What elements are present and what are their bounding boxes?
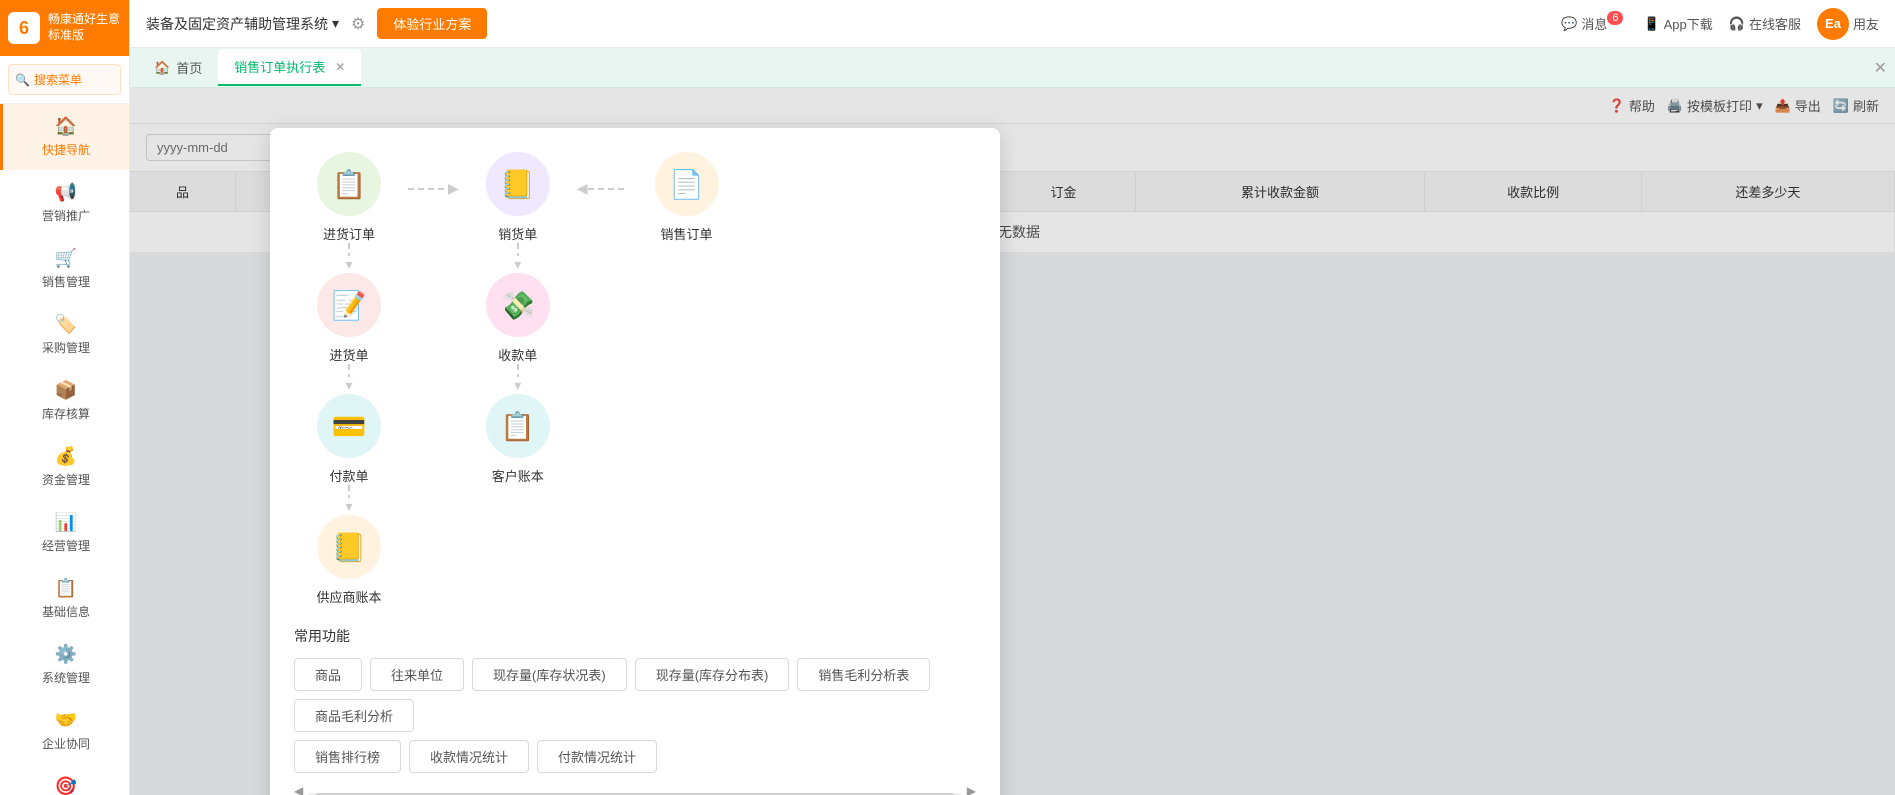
func-btn-payment-stats[interactable]: 付款情况统计 (537, 740, 657, 773)
flow-node-payment-out: 💳 付款单 (294, 394, 404, 485)
topbar: 装备及固定资产辅助管理系统 ▾ ⚙ 体验行业方案 💬 消息 6 📱 App下载 … (130, 0, 1895, 48)
topbar-right: 💬 消息 6 📱 App下载 🎧 在线客服 Ea 用友 (1561, 8, 1879, 40)
common-functions-title: 常用功能 (294, 626, 976, 646)
settings-icon[interactable]: ⚙ (351, 14, 365, 34)
flow-node-sales-slip: 📒 销货单 (463, 152, 573, 243)
scroll-right-icon[interactable]: ▶ (967, 784, 976, 795)
message-badge: 6 (1607, 11, 1623, 25)
flow-modal: 📋 进货订单 ▾ (270, 128, 1000, 795)
user-menu[interactable]: Ea 用友 (1817, 8, 1879, 40)
tabbar: 🏠 首页 销售订单执行表 ✕ ✕ (130, 48, 1895, 88)
online-service-btn[interactable]: 🎧 在线客服 (1729, 14, 1801, 33)
purchase-icon: 🏷️ (55, 314, 77, 335)
tab-home[interactable]: 🏠 首页 (138, 50, 218, 85)
payment-out-icon: 💳 (317, 394, 381, 458)
message-btn[interactable]: 💬 消息 6 (1561, 14, 1627, 33)
sidebar-item-finance[interactable]: 💰 资金管理 (0, 434, 129, 500)
app-icon: 📱 (1643, 16, 1659, 32)
operations-icon: 📊 (55, 512, 77, 533)
arrow-v-4: ▾ (514, 243, 521, 273)
modal-overlay[interactable]: 📋 进货订单 ▾ (130, 88, 1895, 795)
sidebar-logo: 6 畅康通好生意 标准版 (0, 0, 129, 56)
avatar: Ea (1817, 8, 1849, 40)
payment-in-icon: 💸 (486, 273, 550, 337)
enterprise-icon: 🤝 (55, 710, 77, 731)
message-icon: 💬 (1561, 16, 1577, 32)
search-menu-button[interactable]: 🔍 搜索菜单 (8, 64, 121, 95)
common-functions: 常用功能 商品 往来单位 现存量(库存状况表) 现存量(库存分布表) 销售毛利分… (294, 626, 976, 773)
sidebar: 6 畅康通好生意 标准版 🔍 搜索菜单 🏠 快捷导航 📢 营销推广 � (0, 0, 130, 795)
flow-node-sales-order: 📄 销售订单 (632, 152, 742, 243)
sales-slip-icon: 📒 (486, 152, 550, 216)
logo-icon: 6 (8, 12, 40, 44)
flow-node-purchase-order: 📋 进货订单 (294, 152, 404, 243)
func-btn-sales-profit[interactable]: 销售毛利分析表 (797, 658, 930, 691)
func-btn-partners[interactable]: 往来单位 (370, 658, 464, 691)
flow-node-supplier-ledger: 📒 供应商账本 (294, 515, 404, 606)
sidebar-item-purchase[interactable]: 🏷️ 采购管理 (0, 302, 129, 368)
page-content: ❓ 帮助 🖨️ 按模板打印 ▾ 📤 导出 🔄 刷新 (130, 88, 1895, 795)
sales-icon: 🛒 (55, 248, 77, 269)
modal-scrollbar-area: ◀ ▶ (294, 781, 976, 795)
home-icon: 🏠 (55, 116, 77, 137)
func-btn-product[interactable]: 商品 (294, 658, 362, 691)
app-download-btn[interactable]: 📱 App下载 (1643, 14, 1712, 33)
sidebar-item-newbie[interactable]: 🎯 新手引导 (0, 764, 129, 795)
sidebar-item-system[interactable]: ⚙️ 系统管理 (0, 632, 129, 698)
sidebar-item-operations[interactable]: 📊 经营管理 (0, 500, 129, 566)
func-btn-sales-ranking[interactable]: 销售排行榜 (294, 740, 401, 773)
flow-node-customer-ledger: 📋 客户账本 (463, 394, 573, 485)
sales-order-icon: 📄 (655, 152, 719, 216)
system-title[interactable]: 装备及固定资产辅助管理系统 ▾ (146, 14, 339, 34)
func-btn-product-profit[interactable]: 商品毛利分析 (294, 699, 414, 732)
sidebar-item-marketing[interactable]: 📢 营销推广 (0, 170, 129, 236)
inventory-icon: 📦 (55, 380, 77, 401)
purchase-order-icon: 📋 (317, 152, 381, 216)
system-icon: ⚙️ (55, 644, 77, 665)
finance-icon: 💰 (55, 446, 77, 467)
func-btn-stock-status[interactable]: 现存量(库存状况表) (472, 658, 627, 691)
tabbar-close-icon[interactable]: ✕ (1874, 58, 1887, 78)
flow-node-purchase-slip: 📝 进货单 (294, 273, 404, 364)
main-content: 装备及固定资产辅助管理系统 ▾ ⚙ 体验行业方案 💬 消息 6 📱 App下载 … (130, 0, 1895, 795)
home-tab-icon: 🏠 (154, 60, 170, 76)
basic-info-icon: 📋 (55, 578, 77, 599)
arrow-v-3: ▾ (345, 485, 352, 515)
newbie-icon: 🎯 (55, 776, 77, 795)
service-icon: 🎧 (1729, 16, 1745, 32)
marketing-icon: 📢 (55, 182, 77, 203)
func-btn-receipt-stats[interactable]: 收款情况统计 (409, 740, 529, 773)
experience-btn[interactable]: 体验行业方案 (377, 8, 487, 39)
sidebar-item-sales[interactable]: 🛒 销售管理 (0, 236, 129, 302)
sidebar-item-basic-info[interactable]: 📋 基础信息 (0, 566, 129, 632)
scroll-left-icon[interactable]: ◀ (294, 784, 303, 795)
tab-close-icon[interactable]: ✕ (335, 60, 345, 74)
sidebar-item-enterprise[interactable]: 🤝 企业协同 (0, 698, 129, 764)
tab-sales-order-exec[interactable]: 销售订单执行表 ✕ (218, 49, 361, 86)
sidebar-search[interactable]: 🔍 搜索菜单 (0, 56, 129, 104)
dropdown-icon: ▾ (332, 15, 339, 32)
purchase-slip-icon: 📝 (317, 273, 381, 337)
func-btn-stock-dist[interactable]: 现存量(库存分布表) (635, 658, 790, 691)
sidebar-item-inventory[interactable]: 📦 库存核算 (0, 368, 129, 434)
supplier-ledger-icon: 📒 (317, 515, 381, 579)
func-buttons-row1: 商品 往来单位 现存量(库存状况表) 现存量(库存分布表) 销售毛利分析表 商品… (294, 658, 976, 732)
sidebar-item-quick-nav[interactable]: 🏠 快捷导航 (0, 104, 129, 170)
logo-text: 畅康通好生意 标准版 (48, 12, 120, 43)
flow-node-payment-in: 💸 收款单 (463, 273, 573, 364)
arrow-v-2: ▾ (345, 364, 352, 394)
arrow-v-1: ▾ (345, 243, 352, 273)
func-buttons-row2: 销售排行榜 收款情况统计 付款情况统计 (294, 740, 976, 773)
sidebar-nav: 🏠 快捷导航 📢 营销推广 🛒 销售管理 🏷️ 采购管理 📦 库存核算 💰 (0, 104, 129, 795)
arrow-v-5: ▾ (514, 364, 521, 394)
customer-ledger-icon: 📋 (486, 394, 550, 458)
